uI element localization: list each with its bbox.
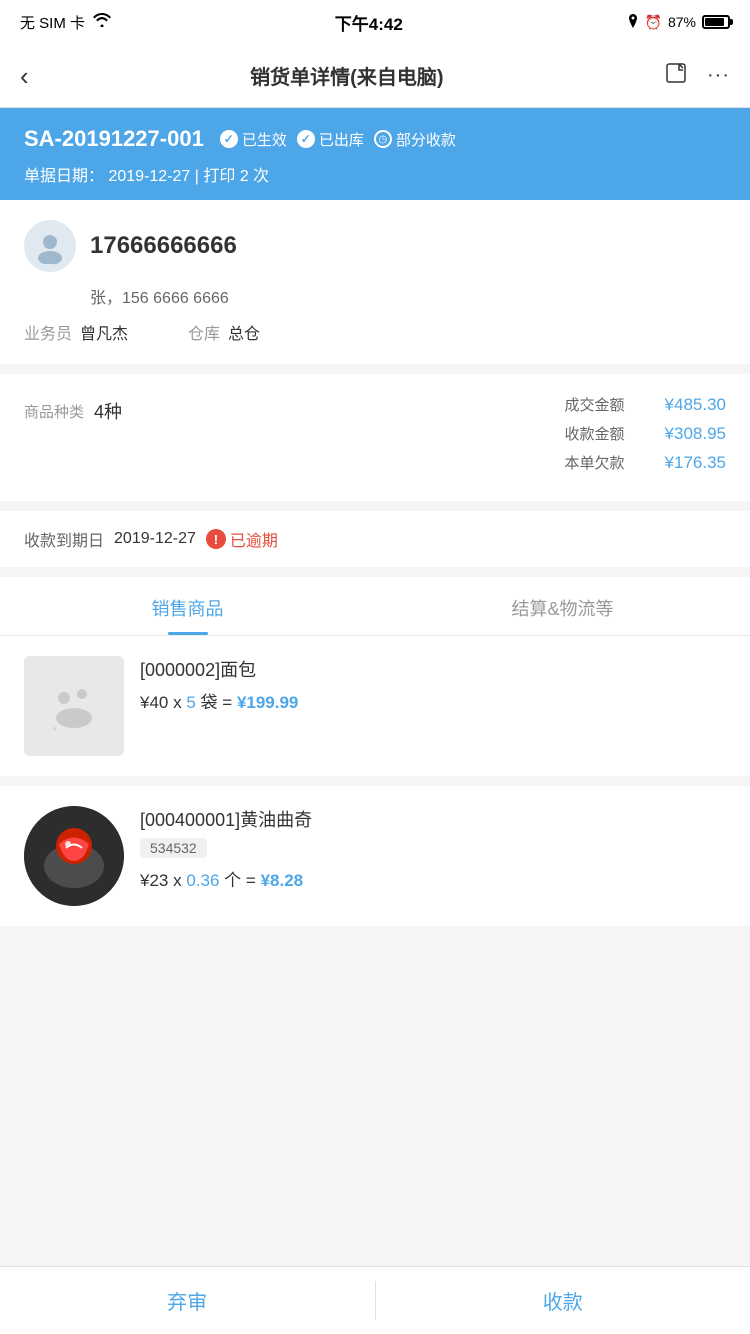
customer-meta: 业务员 曾凡杰 仓库 总仓 [24, 320, 726, 344]
category-value: 4种 [94, 398, 122, 424]
back-button[interactable]: ‹ [20, 63, 29, 89]
product-total-2: ¥8.28 [261, 871, 304, 890]
product-total-1: ¥199.99 [237, 693, 298, 712]
page-title: 销货单详情(来自电脑) [29, 61, 665, 90]
status-left: 无 SIM 卡 [20, 12, 111, 33]
due-section: 收款到期日 2019-12-27 ! 已逾期 [0, 511, 750, 567]
cancel-review-button[interactable]: 弃审 [0, 1267, 375, 1334]
products-section: + [0000002]面包 ¥40 x 5 袋 = ¥199.99 [0, 636, 750, 926]
product-qty-2: 0.36 [186, 871, 219, 890]
more-button[interactable]: ··· [707, 64, 730, 87]
status-shipped-label: 已出库 [319, 129, 364, 150]
product-info-1: [0000002]面包 ¥40 x 5 袋 = ¥199.99 [140, 656, 726, 713]
tab-sales-label: 销售商品 [152, 599, 224, 619]
order-date-value: 2019-12-27 [108, 168, 190, 185]
svg-text:+: + [52, 724, 58, 735]
product-price-2: ¥23 x 0.36 个 = ¥8.28 [140, 866, 726, 891]
warehouse-label: 仓库 [188, 320, 220, 344]
status-time: 下午4:42 [335, 10, 403, 35]
product-item-2: [000400001]黄油曲奇 534532 ¥23 x 0.36 个 = ¥8… [0, 786, 750, 926]
customer-name: 张，156 6666 6666 [24, 284, 726, 308]
nav-actions: ··· [665, 62, 730, 90]
amount-row-owed: 本单欠款 ¥176.35 [565, 452, 726, 473]
summary-right: 成交金额 ¥485.30 收款金额 ¥308.95 本单欠款 ¥176.35 [565, 394, 726, 481]
salesperson-value: 曾凡杰 [80, 320, 128, 344]
alarm-icon: ⏰ [645, 14, 662, 31]
bottom-bar: 弃审 收款 [0, 1266, 750, 1334]
category-label: 商品种类 [24, 401, 84, 422]
order-date-label: 单据日期： [24, 168, 104, 185]
amount-row-deal: 成交金额 ¥485.30 [565, 394, 726, 415]
order-print-text: | 打印 2 次 [195, 168, 269, 185]
received-amount-label: 收款金额 [565, 423, 625, 444]
tab-settlement[interactable]: 结算&物流等 [375, 577, 750, 635]
tab-settlement-label: 结算&物流等 [511, 599, 613, 619]
customer-phone: 17666666666 [90, 232, 237, 260]
product-category: 商品种类 4种 [24, 398, 122, 424]
customer-row: 17666666666 [24, 220, 726, 272]
location-icon [627, 14, 639, 31]
tab-sales-products[interactable]: 销售商品 [0, 577, 375, 635]
status-badge-shipped: ✓ 已出库 [297, 129, 364, 150]
received-amount-value: ¥308.95 [665, 424, 726, 444]
overdue-text: 已逾期 [230, 527, 278, 551]
deal-amount-value: ¥485.30 [665, 395, 726, 415]
tabs-bar: 销售商品 结算&物流等 [0, 577, 750, 636]
product-x-1: x [173, 693, 186, 712]
product-price-text-1: ¥40 [140, 693, 168, 712]
salesperson-meta: 业务员 曾凡杰 [24, 320, 128, 344]
product-name-1: [0000002]面包 [140, 656, 726, 682]
warehouse-meta: 仓库 总仓 [188, 320, 260, 344]
product-eq-1: = [222, 693, 237, 712]
due-date-label: 收款到期日 [24, 527, 104, 551]
overdue-icon: ! [206, 529, 226, 549]
product-x-2: x [173, 871, 186, 890]
order-id: SA-20191227-001 [24, 126, 204, 152]
collect-payment-button[interactable]: 收款 [376, 1267, 750, 1334]
status-badge-partial: ◷ 部分收款 [374, 129, 456, 150]
status-badges: ✓ 已生效 ✓ 已出库 ◷ 部分收款 [220, 129, 456, 150]
status-active-label: 已生效 [242, 129, 287, 150]
clock-icon-partial: ◷ [374, 130, 392, 148]
share-button[interactable] [665, 62, 687, 90]
product-sku-2: 534532 [140, 838, 207, 858]
product-qty-1: 5 [186, 693, 195, 712]
avatar [24, 220, 76, 272]
product-eq-2: = [246, 871, 261, 890]
product-info-2: [000400001]黄油曲奇 534532 ¥23 x 0.36 个 = ¥8… [140, 806, 726, 891]
product-name-2: [000400001]黄油曲奇 [140, 806, 726, 832]
product-price-text-2: ¥23 [140, 871, 168, 890]
customer-section: 17666666666 张，156 6666 6666 业务员 曾凡杰 仓库 总… [0, 200, 750, 364]
summary-section: 商品种类 4种 成交金额 ¥485.30 收款金额 ¥308.95 本单欠款 ¥… [0, 374, 750, 501]
battery-text: 87% [668, 14, 696, 30]
status-bar: 无 SIM 卡 下午4:42 ⏰ 87% [0, 0, 750, 44]
product-price-1: ¥40 x 5 袋 = ¥199.99 [140, 688, 726, 713]
owed-amount-value: ¥176.35 [665, 453, 726, 473]
check-icon-shipped: ✓ [297, 130, 315, 148]
battery-icon [702, 15, 730, 29]
status-badge-active: ✓ 已生效 [220, 129, 287, 150]
deal-amount-label: 成交金额 [565, 394, 625, 415]
nav-bar: ‹ 销货单详情(来自电脑) ··· [0, 44, 750, 108]
product-image-2 [24, 806, 124, 906]
product-image-1: + [24, 656, 124, 756]
salesperson-label: 业务员 [24, 320, 72, 344]
amount-row-received: 收款金额 ¥308.95 [565, 423, 726, 444]
due-date-value: 2019-12-27 [114, 530, 196, 548]
status-partial-label: 部分收款 [396, 129, 456, 150]
product-item-1: + [0000002]面包 ¥40 x 5 袋 = ¥199.99 [0, 636, 750, 776]
carrier-text: 无 SIM 卡 [20, 12, 85, 33]
status-right: ⏰ 87% [627, 14, 730, 31]
warehouse-value: 总仓 [228, 320, 260, 344]
order-date-row: 单据日期： 2019-12-27 | 打印 2 次 [24, 162, 726, 186]
product-unit-2: 个 [224, 871, 241, 890]
owed-amount-label: 本单欠款 [565, 452, 625, 473]
product-unit-1: 袋 [201, 693, 218, 712]
order-header: SA-20191227-001 ✓ 已生效 ✓ 已出库 ◷ 部分收款 单据日期：… [0, 108, 750, 200]
check-icon-active: ✓ [220, 130, 238, 148]
overdue-badge: ! 已逾期 [206, 527, 278, 551]
summary-left: 商品种类 4种 [24, 394, 122, 424]
wifi-icon [93, 13, 111, 31]
